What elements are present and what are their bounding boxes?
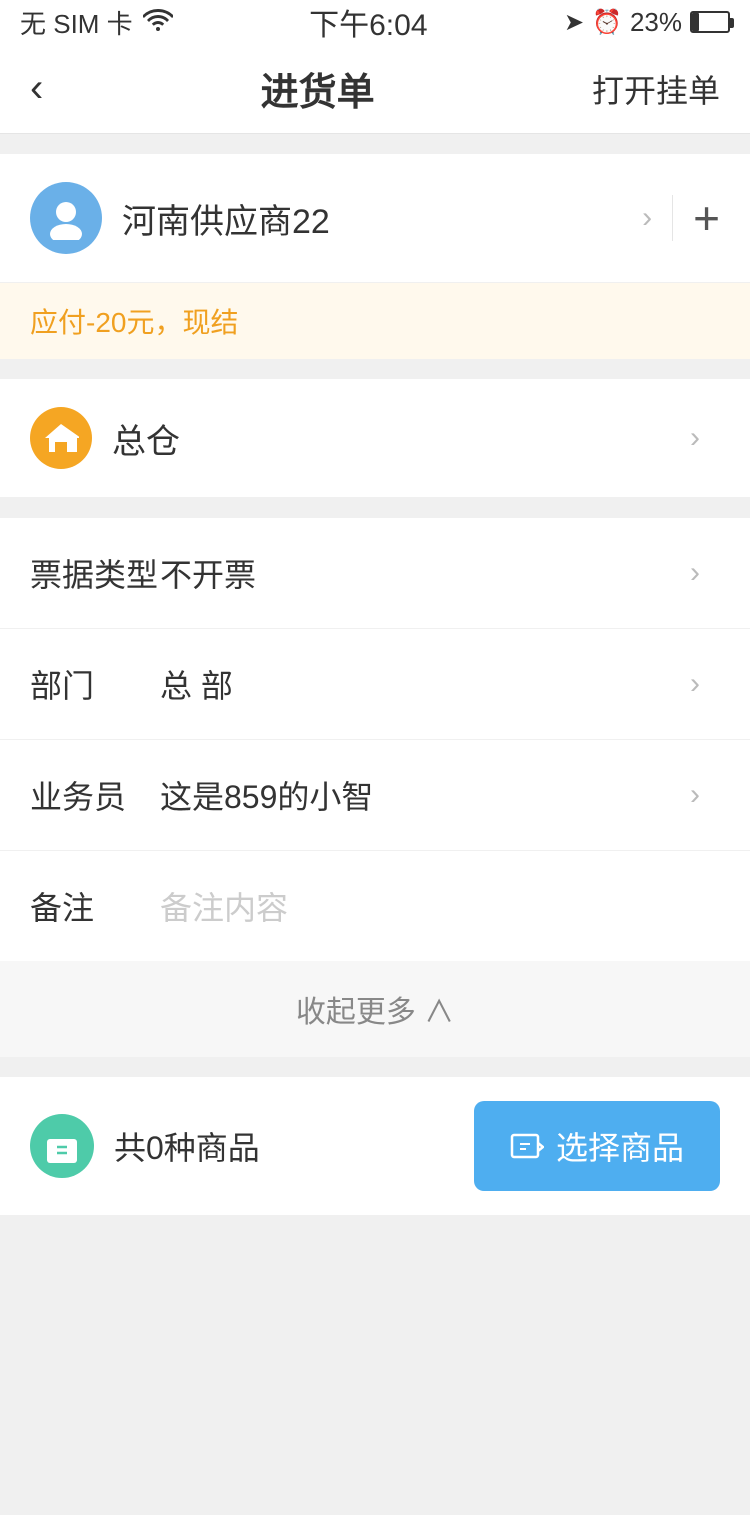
back-button[interactable]: ‹	[30, 66, 43, 111]
status-time: 下午6:04	[309, 0, 427, 44]
select-product-icon	[510, 1129, 544, 1163]
page-title: 进货单	[261, 61, 375, 116]
warehouse-chevron-icon: ›	[690, 421, 700, 455]
wifi-icon	[143, 7, 173, 38]
select-product-button[interactable]: 选择商品	[474, 1101, 720, 1191]
notice-bar: 应付-20元，现结	[0, 283, 750, 359]
invoice-type-value: 不开票	[160, 550, 690, 596]
warehouse-card: 总仓 ›	[0, 379, 750, 497]
collapse-button[interactable]: 收起更多 ∧	[0, 961, 750, 1057]
warehouse-row[interactable]: 总仓 ›	[0, 379, 750, 497]
department-chevron-icon: ›	[690, 667, 700, 701]
section-gap-1	[0, 134, 750, 154]
alarm-icon: ⏰	[592, 8, 622, 37]
home-icon	[43, 420, 79, 456]
salesperson-row[interactable]: 业务员 这是859的小智 ›	[0, 739, 750, 850]
invoice-type-row[interactable]: 票据类型 不开票 ›	[0, 517, 750, 628]
salesperson-chevron-icon: ›	[690, 778, 700, 812]
section-gap-2	[0, 359, 750, 379]
supplier-card: 河南供应商22 › + 应付-20元，现结	[0, 154, 750, 359]
invoice-type-chevron-icon: ›	[690, 556, 700, 590]
department-label: 部门	[30, 661, 160, 707]
shopping-bag-icon	[43, 1127, 81, 1165]
battery-icon	[690, 11, 730, 33]
warehouse-icon	[30, 407, 92, 469]
remark-input[interactable]: 备注内容	[160, 883, 720, 929]
department-value: 总 部	[160, 661, 690, 707]
open-pending-button[interactable]: 打开挂单	[592, 66, 720, 112]
supplier-chevron-icon: ›	[642, 201, 652, 235]
status-right: ➤ ⏰ 23%	[564, 7, 730, 38]
salesperson-label: 业务员	[30, 772, 160, 818]
carrier-text: 无 SIM 卡	[20, 4, 133, 41]
location-icon: ➤	[564, 8, 584, 37]
product-count-text: 共0种商品	[114, 1123, 474, 1169]
battery-text: 23%	[630, 7, 682, 38]
supplier-avatar	[30, 182, 102, 254]
add-supplier-button[interactable]: +	[672, 195, 720, 241]
nav-bar: ‹ 进货单 打开挂单	[0, 44, 750, 134]
warehouse-name: 总仓	[112, 414, 690, 463]
bottom-background	[0, 1215, 750, 1515]
remark-label: 备注	[30, 883, 160, 929]
department-row[interactable]: 部门 总 部 ›	[0, 628, 750, 739]
status-bar: 无 SIM 卡 下午6:04 ➤ ⏰ 23%	[0, 0, 750, 44]
person-icon	[44, 196, 88, 240]
select-product-label: 选择商品	[556, 1123, 684, 1169]
supplier-row[interactable]: 河南供应商22 › +	[0, 154, 750, 283]
form-card: 票据类型 不开票 › 部门 总 部 › 业务员 这是859的小智 › 备注 备注…	[0, 517, 750, 1057]
bottom-bar: 共0种商品 选择商品	[0, 1077, 750, 1215]
status-left: 无 SIM 卡	[20, 4, 173, 41]
supplier-name: 河南供应商22	[122, 194, 642, 243]
product-count-icon	[30, 1114, 94, 1178]
salesperson-value: 这是859的小智	[160, 772, 690, 818]
remark-row[interactable]: 备注 备注内容	[0, 850, 750, 961]
invoice-type-label: 票据类型	[30, 550, 160, 596]
section-gap-3	[0, 497, 750, 517]
